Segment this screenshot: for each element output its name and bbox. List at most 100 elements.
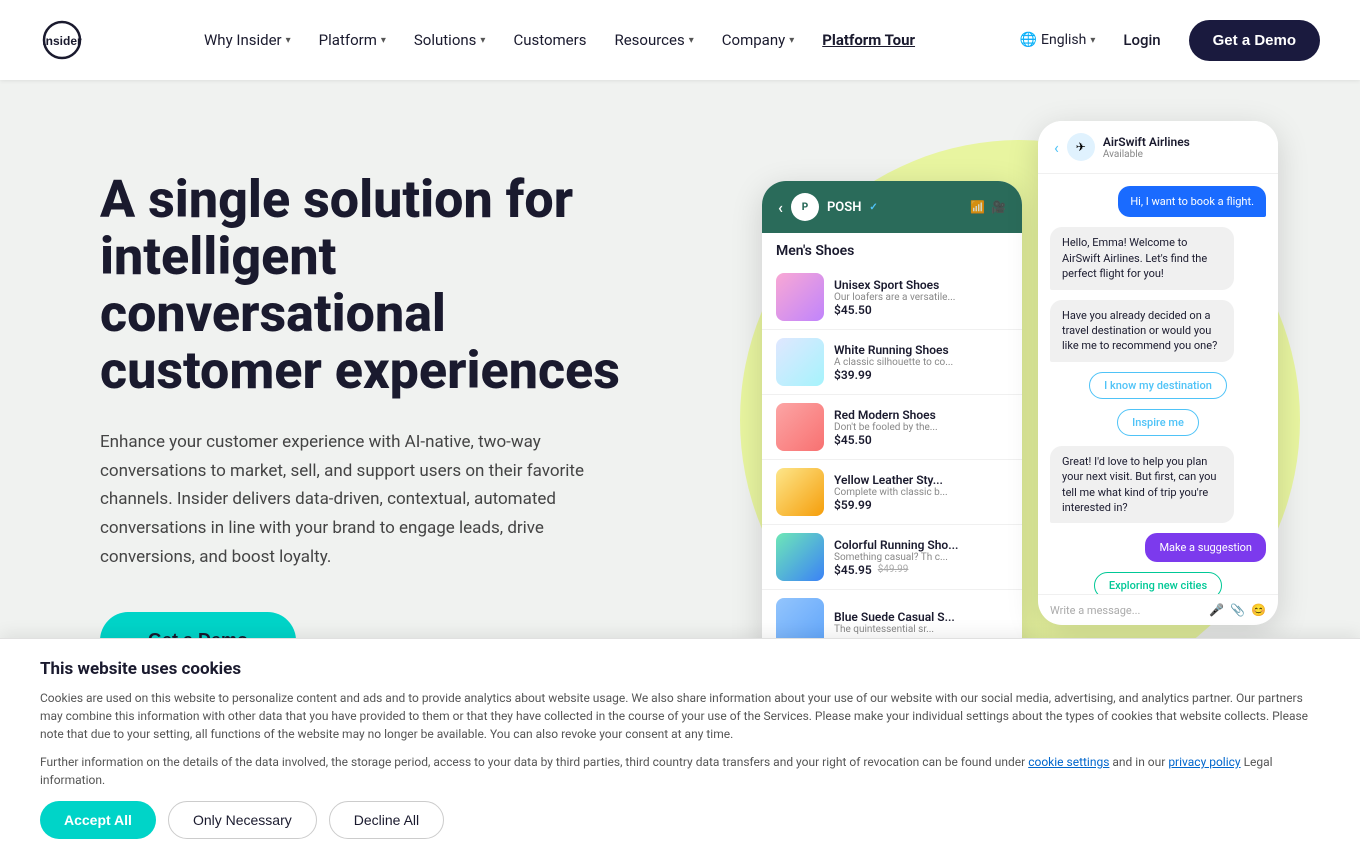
chat-message-incoming: Have you already decided on a travel des… (1050, 300, 1234, 362)
airline-name: AirSwift Airlines (1103, 135, 1190, 149)
chevron-down-icon: ▾ (789, 35, 794, 46)
product-info: Yellow Leather Sty... Complete with clas… (834, 473, 1008, 512)
chat-option-destination[interactable]: I know my destination (1089, 372, 1227, 399)
chevron-down-icon: ▾ (381, 35, 386, 46)
signal-icon: 📶 (970, 200, 985, 214)
cookie-decline-button[interactable]: Decline All (329, 801, 444, 839)
hero-content: A single solution for intelligent conver… (100, 171, 680, 669)
back-icon[interactable]: ‹ (778, 198, 783, 217)
video-icon: 🎥 (991, 200, 1006, 214)
product-desc: Complete with classic b... (834, 487, 1008, 498)
nav-links: Why Insider ▾ Platform ▾ Solutions ▾ Cus… (192, 23, 1020, 57)
product-item[interactable]: Red Modern Shoes Don't be fooled by the.… (762, 395, 1022, 460)
product-name: White Running Shoes (834, 343, 1008, 357)
emoji-icon[interactable]: 😊 (1251, 603, 1266, 617)
product-thumbnail (776, 468, 824, 516)
product-item[interactable]: Colorful Running Sho... Something casual… (762, 525, 1022, 590)
product-info: Red Modern Shoes Don't be fooled by the.… (834, 408, 1008, 447)
airline-info: AirSwift Airlines Available (1103, 135, 1190, 160)
product-name: Colorful Running Sho... (834, 538, 1008, 552)
product-thumbnail (776, 273, 824, 321)
chat-option-cities[interactable]: Exploring new cities (1094, 572, 1222, 594)
cookie-banner: This website uses cookies Cookies are us… (0, 638, 1360, 859)
cookie-actions: Accept All Only Necessary Decline All (40, 801, 1320, 839)
cookie-text: Cookies are used on this website to pers… (40, 689, 1320, 743)
product-price: $59.99 (834, 498, 1008, 512)
back-icon[interactable]: ‹ (1054, 138, 1059, 157)
chat-message-incoming: Great! I'd love to help you plan your ne… (1050, 446, 1234, 524)
nav-solutions[interactable]: Solutions ▾ (402, 23, 498, 57)
cookie-settings-link[interactable]: cookie settings (1028, 755, 1109, 769)
product-price-old: $49.99 (878, 564, 909, 575)
navbar: Insider Why Insider ▾ Platform ▾ Solutio… (0, 0, 1360, 80)
product-name: Unisex Sport Shoes (834, 278, 1008, 292)
chat-input-placeholder: Write a message... (1050, 604, 1201, 617)
product-desc: Our loafers are a versatile... (834, 292, 1008, 303)
phone-airline: ‹ ✈ AirSwift Airlines Available Hi, I wa… (1038, 121, 1278, 625)
chat-messages: Hi, I want to book a flight. Hello, Emma… (1038, 174, 1278, 594)
globe-icon: 🌐 (1020, 32, 1037, 48)
nav-customers[interactable]: Customers (501, 23, 598, 57)
chevron-down-icon: ▾ (480, 35, 485, 46)
product-name: Red Modern Shoes (834, 408, 1008, 422)
chevron-down-icon: ▾ (286, 35, 291, 46)
nav-platform[interactable]: Platform ▾ (307, 23, 398, 57)
cookie-further-text: Further information on the details of th… (40, 753, 1320, 789)
mic-icon[interactable]: 🎤 (1209, 603, 1224, 617)
nav-company[interactable]: Company ▾ (710, 23, 806, 57)
product-name: Blue Suede Casual S... (834, 610, 1008, 624)
hero-title: A single solution for intelligent conver… (100, 171, 680, 400)
cookie-title: This website uses cookies (40, 659, 1320, 679)
cookie-necessary-button[interactable]: Only Necessary (168, 801, 317, 839)
product-desc: Don't be fooled by the... (834, 422, 1008, 433)
product-info: Blue Suede Casual S... The quintessentia… (834, 610, 1008, 635)
product-info: Unisex Sport Shoes Our loafers are a ver… (834, 278, 1008, 317)
chevron-down-icon: ▾ (1090, 35, 1095, 46)
product-thumbnail (776, 338, 824, 386)
chat-option-inspire[interactable]: Inspire me (1117, 409, 1199, 436)
hero-description: Enhance your customer experience with AI… (100, 428, 600, 572)
product-desc: A classic silhouette to co... (834, 357, 1008, 368)
cookie-accept-button[interactable]: Accept All (40, 801, 156, 839)
product-item[interactable]: White Running Shoes A classic silhouette… (762, 330, 1022, 395)
phone-mockups: ‹ P POSH ✓ 📶 🎥 Men's Shoes Unisex Sport … (762, 141, 1278, 699)
airline-header: ‹ ✈ AirSwift Airlines Available (1038, 121, 1278, 174)
chat-input-bar: Write a message... 🎤 📎 😊 (1038, 594, 1278, 625)
login-button[interactable]: Login (1111, 23, 1172, 57)
product-desc: Something casual? Th c... (834, 552, 1008, 563)
nav-why-insider[interactable]: Why Insider ▾ (192, 23, 303, 57)
product-thumbnail (776, 403, 824, 451)
phone-posh: ‹ P POSH ✓ 📶 🎥 Men's Shoes Unisex Sport … (762, 181, 1022, 699)
airline-status: Available (1103, 149, 1190, 160)
nav-right: 🌐 English ▾ Login Get a Demo (1020, 20, 1320, 61)
nav-demo-button[interactable]: Get a Demo (1189, 20, 1320, 61)
product-desc: The quintessential sr... (834, 624, 1008, 635)
chat-suggestion: Make a suggestion (1145, 533, 1266, 562)
posh-section-title: Men's Shoes (762, 233, 1022, 265)
nav-resources[interactable]: Resources ▾ (602, 23, 705, 57)
posh-header: ‹ P POSH ✓ 📶 🎥 (762, 181, 1022, 233)
logo[interactable]: Insider (40, 20, 160, 60)
product-item[interactable]: Unisex Sport Shoes Our loafers are a ver… (762, 265, 1022, 330)
verified-icon: ✓ (869, 202, 877, 213)
nav-platform-tour[interactable]: Platform Tour (810, 23, 927, 57)
chat-input-icons: 🎤 📎 😊 (1209, 603, 1266, 617)
chat-message-incoming: Hello, Emma! Welcome to AirSwift Airline… (1050, 227, 1234, 289)
chevron-down-icon: ▾ (689, 35, 694, 46)
product-price: $45.50 (834, 303, 1008, 317)
language-selector[interactable]: 🌐 English ▾ (1020, 32, 1096, 48)
product-price: $45.95 (834, 563, 872, 577)
product-thumbnail (776, 533, 824, 581)
product-info: Colorful Running Sho... Something casual… (834, 538, 1008, 577)
product-name: Yellow Leather Sty... (834, 473, 1008, 487)
attachment-icon[interactable]: 📎 (1230, 603, 1245, 617)
privacy-policy-link[interactable]: privacy policy (1168, 755, 1240, 769)
product-info: White Running Shoes A classic silhouette… (834, 343, 1008, 382)
posh-brand-name: POSH (827, 200, 861, 215)
svg-text:Insider: Insider (42, 34, 82, 48)
hero-visual: ‹ P POSH ✓ 📶 🎥 Men's Shoes Unisex Sport … (680, 120, 1360, 720)
product-item[interactable]: Yellow Leather Sty... Complete with clas… (762, 460, 1022, 525)
posh-logo: P (791, 193, 819, 221)
airline-logo: ✈ (1067, 133, 1095, 161)
chat-message-outgoing: Hi, I want to book a flight. (1118, 186, 1266, 217)
